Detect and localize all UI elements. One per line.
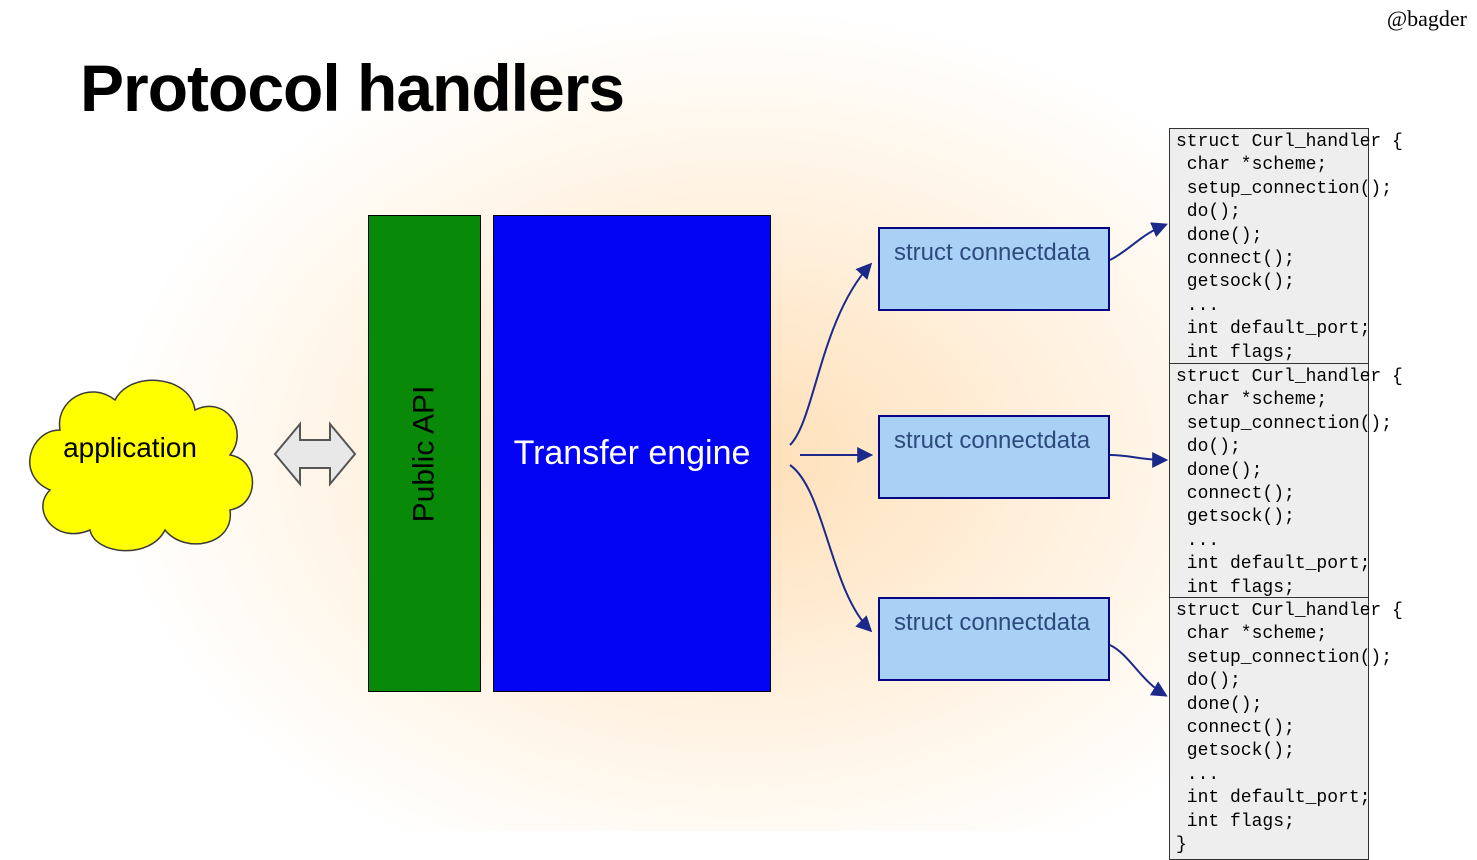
public-api-box: Public API <box>368 215 481 692</box>
connectdata-label-2: struct connectdata <box>894 427 1090 455</box>
arrow-cd3-to-h3 <box>1110 645 1165 695</box>
author-handle: @bagder <box>1387 6 1467 32</box>
slide: @bagder Protocol handlers application Pu… <box>0 0 1477 831</box>
public-api-label: Public API <box>408 385 442 522</box>
arrow-engine-to-cd1 <box>790 265 870 445</box>
connectdata-label-1: struct connectdata <box>894 239 1090 267</box>
transfer-engine-box: Transfer engine <box>493 215 771 692</box>
bidirectional-arrow <box>275 424 355 484</box>
transfer-engine-label: Transfer engine <box>514 434 751 473</box>
arrow-cd2-to-h2 <box>1110 455 1165 460</box>
slide-title: Protocol handlers <box>80 50 624 126</box>
arrow-cd1-to-h1 <box>1110 225 1165 260</box>
connectdata-box-2: struct connectdata <box>878 415 1110 499</box>
arrow-engine-to-cd3 <box>790 465 870 630</box>
connectdata-label-3: struct connectdata <box>894 609 1090 637</box>
handler-code-3: struct Curl_handler { char *scheme; setu… <box>1169 597 1369 860</box>
application-label: application <box>50 432 210 464</box>
connectdata-box-1: struct connectdata <box>878 227 1110 311</box>
handler-code-2: struct Curl_handler { char *scheme; setu… <box>1169 363 1369 626</box>
connectdata-box-3: struct connectdata <box>878 597 1110 681</box>
handler-code-1: struct Curl_handler { char *scheme; setu… <box>1169 128 1369 391</box>
application-cloud <box>30 380 253 550</box>
